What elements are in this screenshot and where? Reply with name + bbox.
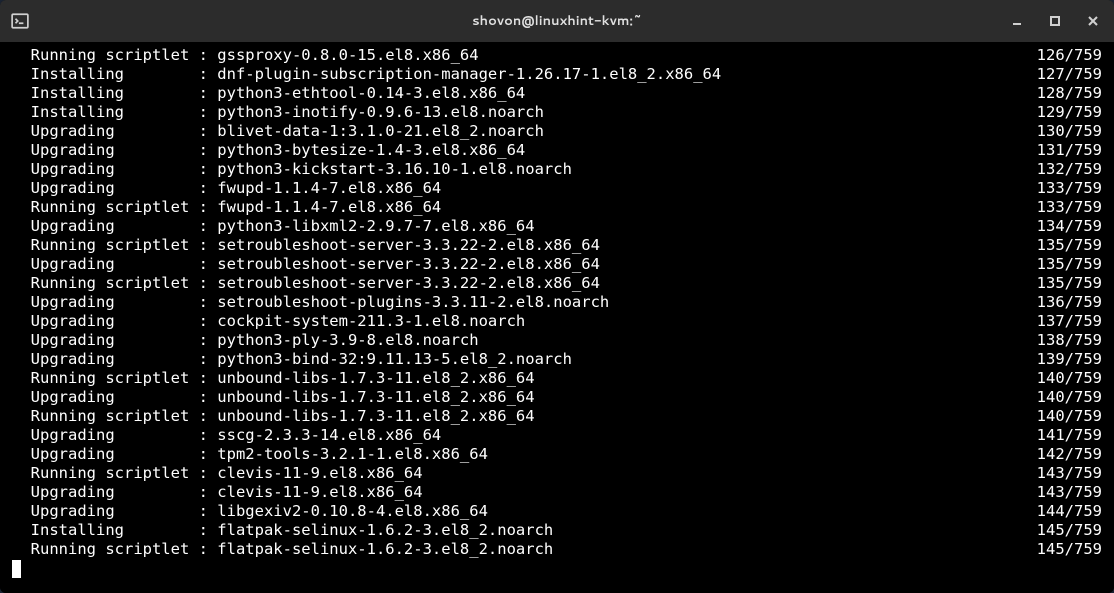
output-line-text: Installing : python3-inotify-0.9.6-13.el… xyxy=(12,103,544,122)
output-line-progress: 136/759 xyxy=(1037,293,1102,312)
output-line: Upgrading : python3-libxml2-2.9.7-7.el8.… xyxy=(12,217,1102,236)
output-line-text: Running scriptlet : unbound-libs-1.7.3-1… xyxy=(12,369,535,388)
output-line-text: Running scriptlet : gssproxy-0.8.0-15.el… xyxy=(12,46,479,65)
output-line-text: Running scriptlet : clevis-11-9.el8.x86_… xyxy=(12,464,423,483)
output-line-progress: 139/759 xyxy=(1037,350,1102,369)
output-line-progress: 141/759 xyxy=(1037,426,1102,445)
window-title: shovon@linuxhint-kvm:~ xyxy=(472,12,642,30)
output-line-progress: 145/759 xyxy=(1037,521,1102,540)
close-icon xyxy=(1087,15,1099,27)
output-line-text: Running scriptlet : flatpak-selinux-1.6.… xyxy=(12,540,553,559)
output-line-text: Upgrading : python3-ply-3.9-8.el8.noarch xyxy=(12,331,479,350)
output-line-progress: 144/759 xyxy=(1037,502,1102,521)
output-line-progress: 138/759 xyxy=(1037,331,1102,350)
output-line: Upgrading : python3-bytesize-1.4-3.el8.x… xyxy=(12,141,1102,160)
output-line-text: Upgrading : python3-bytesize-1.4-3.el8.x… xyxy=(12,141,525,160)
output-line-text: Upgrading : unbound-libs-1.7.3-11.el8_2.… xyxy=(12,388,535,407)
output-line-progress: 132/759 xyxy=(1037,160,1102,179)
output-line-progress: 133/759 xyxy=(1037,179,1102,198)
output-line-progress: 142/759 xyxy=(1037,445,1102,464)
output-line-text: Upgrading : tpm2-tools-3.2.1-1.el8.x86_6… xyxy=(12,445,488,464)
output-line-text: Installing : dnf-plugin-subscription-man… xyxy=(12,65,721,84)
output-line: Upgrading : unbound-libs-1.7.3-11.el8_2.… xyxy=(12,388,1102,407)
output-line: Upgrading : blivet-data-1:3.1.0-21.el8_2… xyxy=(12,122,1102,141)
output-line-progress: 127/759 xyxy=(1037,65,1102,84)
output-line-text: Upgrading : python3-kickstart-3.16.10-1.… xyxy=(12,160,572,179)
output-line-text: Upgrading : fwupd-1.1.4-7.el8.x86_64 xyxy=(12,179,441,198)
output-line-text: Installing : python3-ethtool-0.14-3.el8.… xyxy=(12,84,525,103)
output-line-progress: 145/759 xyxy=(1037,540,1102,559)
output-line: Installing : python3-inotify-0.9.6-13.el… xyxy=(12,103,1102,122)
output-line: Upgrading : cockpit-system-211.3-1.el8.n… xyxy=(12,312,1102,331)
maximize-icon xyxy=(1049,15,1061,27)
minimize-button[interactable] xyxy=(1004,8,1030,34)
output-line-text: Running scriptlet : setroubleshoot-serve… xyxy=(12,236,600,255)
output-line-text: Upgrading : setroubleshoot-server-3.3.22… xyxy=(12,255,600,274)
output-line-progress: 140/759 xyxy=(1037,407,1102,426)
output-line: Running scriptlet : setroubleshoot-serve… xyxy=(12,236,1102,255)
output-line: Upgrading : setroubleshoot-server-3.3.22… xyxy=(12,255,1102,274)
output-line: Running scriptlet : unbound-libs-1.7.3-1… xyxy=(12,407,1102,426)
close-button[interactable] xyxy=(1080,8,1106,34)
output-line-progress: 134/759 xyxy=(1037,217,1102,236)
cursor xyxy=(12,560,21,578)
output-line-text: Upgrading : sscg-2.3.3-14.el8.x86_64 xyxy=(12,426,441,445)
output-line-progress: 129/759 xyxy=(1037,103,1102,122)
output-line: Upgrading : fwupd-1.1.4-7.el8.x86_64 133/… xyxy=(12,179,1102,198)
cursor-line xyxy=(12,559,1102,578)
output-line-text: Upgrading : python3-bind-32:9.11.13-5.el… xyxy=(12,350,572,369)
output-line-progress: 131/759 xyxy=(1037,141,1102,160)
output-line-progress: 130/759 xyxy=(1037,122,1102,141)
output-line: Upgrading : clevis-11-9.el8.x86_64 143/75… xyxy=(12,483,1102,502)
output-line-progress: 133/759 xyxy=(1037,198,1102,217)
output-line-text: Running scriptlet : fwupd-1.1.4-7.el8.x8… xyxy=(12,198,441,217)
minimize-icon xyxy=(1011,15,1023,27)
output-line-text: Upgrading : cockpit-system-211.3-1.el8.n… xyxy=(12,312,525,331)
output-line: Upgrading : setroubleshoot-plugins-3.3.1… xyxy=(12,293,1102,312)
output-line-progress: 143/759 xyxy=(1037,483,1102,502)
output-line: Running scriptlet : setroubleshoot-serve… xyxy=(12,274,1102,293)
output-line: Upgrading : python3-bind-32:9.11.13-5.el… xyxy=(12,350,1102,369)
output-line: Installing : python3-ethtool-0.14-3.el8.… xyxy=(12,84,1102,103)
output-line: Upgrading : sscg-2.3.3-14.el8.x86_64 141/… xyxy=(12,426,1102,445)
output-line: Upgrading : python3-kickstart-3.16.10-1.… xyxy=(12,160,1102,179)
terminal-output[interactable]: Running scriptlet : gssproxy-0.8.0-15.el… xyxy=(0,42,1114,593)
output-line-text: Installing : flatpak-selinux-1.6.2-3.el8… xyxy=(12,521,553,540)
output-line-progress: 143/759 xyxy=(1037,464,1102,483)
output-line: Running scriptlet : unbound-libs-1.7.3-1… xyxy=(12,369,1102,388)
output-line-progress: 140/759 xyxy=(1037,369,1102,388)
output-line-text: Upgrading : setroubleshoot-plugins-3.3.1… xyxy=(12,293,609,312)
output-line: Upgrading : libgexiv2-0.10.8-4.el8.x86_6… xyxy=(12,502,1102,521)
output-line-progress: 137/759 xyxy=(1037,312,1102,331)
terminal-window: shovon@linuxhint-kvm:~ Running scriptlet… xyxy=(0,0,1114,593)
output-line-progress: 128/759 xyxy=(1037,84,1102,103)
output-line: Upgrading : python3-ply-3.9-8.el8.noarch… xyxy=(12,331,1102,350)
output-line-progress: 135/759 xyxy=(1037,255,1102,274)
output-line-text: Upgrading : blivet-data-1:3.1.0-21.el8_2… xyxy=(12,122,544,141)
output-line: Running scriptlet : gssproxy-0.8.0-15.el… xyxy=(12,46,1102,65)
output-line-text: Running scriptlet : unbound-libs-1.7.3-1… xyxy=(12,407,535,426)
terminal-app-icon xyxy=(8,9,32,33)
output-line-text: Upgrading : python3-libxml2-2.9.7-7.el8.… xyxy=(12,217,535,236)
output-line-text: Upgrading : clevis-11-9.el8.x86_64 xyxy=(12,483,423,502)
output-line: Upgrading : tpm2-tools-3.2.1-1.el8.x86_6… xyxy=(12,445,1102,464)
output-line-text: Running scriptlet : setroubleshoot-serve… xyxy=(12,274,600,293)
output-line-progress: 140/759 xyxy=(1037,388,1102,407)
output-line-text: Upgrading : libgexiv2-0.10.8-4.el8.x86_6… xyxy=(12,502,488,521)
window-controls xyxy=(1004,8,1106,34)
output-line: Running scriptlet : flatpak-selinux-1.6.… xyxy=(12,540,1102,559)
output-line-progress: 135/759 xyxy=(1037,274,1102,293)
output-line-progress: 135/759 xyxy=(1037,236,1102,255)
output-line: Installing : dnf-plugin-subscription-man… xyxy=(12,65,1102,84)
output-line: Installing : flatpak-selinux-1.6.2-3.el8… xyxy=(12,521,1102,540)
output-line-progress: 126/759 xyxy=(1037,46,1102,65)
maximize-button[interactable] xyxy=(1042,8,1068,34)
output-line: Running scriptlet : fwupd-1.1.4-7.el8.x8… xyxy=(12,198,1102,217)
titlebar: shovon@linuxhint-kvm:~ xyxy=(0,0,1114,42)
output-line: Running scriptlet : clevis-11-9.el8.x86_… xyxy=(12,464,1102,483)
